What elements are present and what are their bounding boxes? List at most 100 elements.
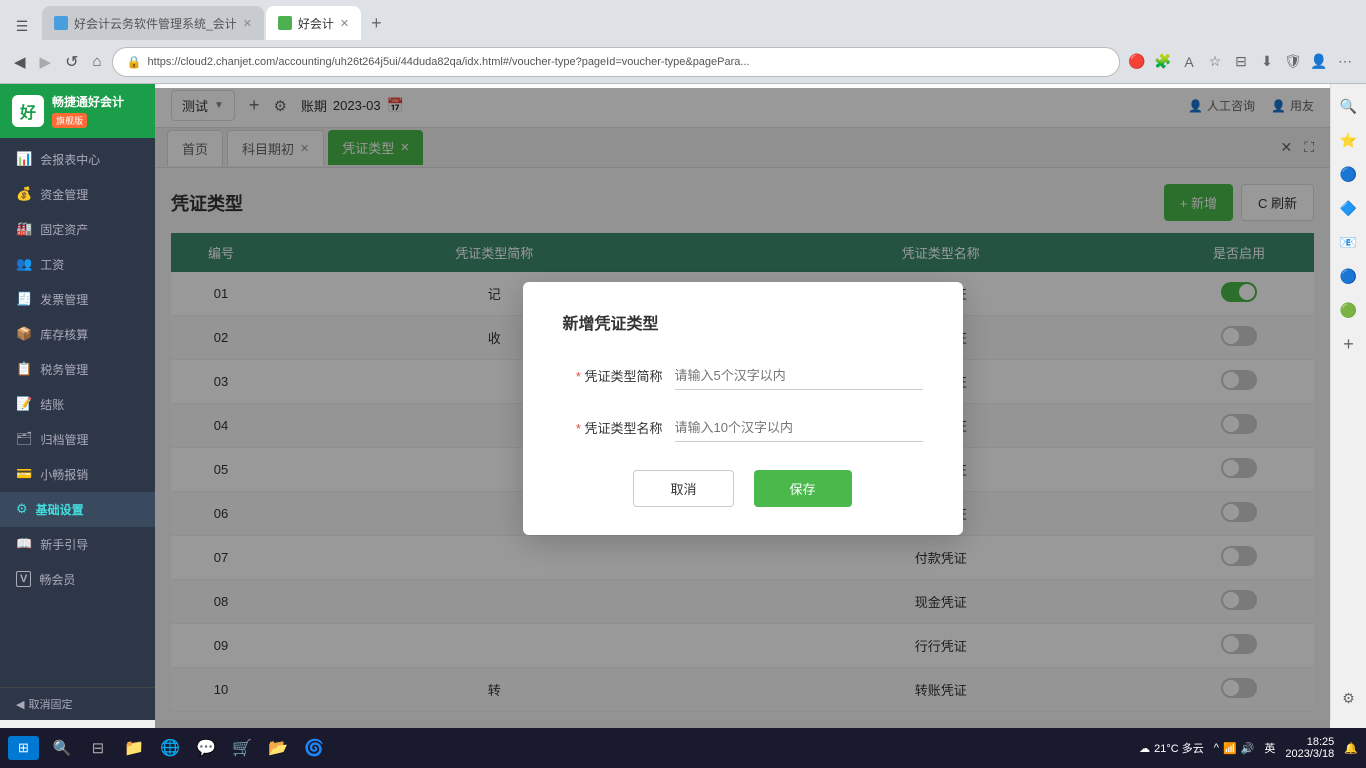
- assets-icon: 🏭: [16, 221, 32, 237]
- sidebar-logo-badge: 旗舰版: [52, 113, 87, 128]
- right-search-icon[interactable]: 🔍: [1335, 92, 1363, 120]
- taskbar-edge-icon[interactable]: 🌀: [299, 733, 329, 763]
- modal-actions: 取消 保存: [563, 470, 923, 507]
- taskbar-store-icon[interactable]: 🛒: [227, 733, 257, 763]
- taskbar-clock: 18:25 2023/3/18: [1285, 736, 1334, 760]
- tab-2-title: 好会计: [298, 15, 334, 32]
- right-circle1-icon[interactable]: 🔵: [1335, 160, 1363, 188]
- right-settings-icon[interactable]: ⚙: [1335, 684, 1363, 712]
- address-bar: ◀ ▶ ↺ ⌂ 🔒 https://cloud2.chanjet.com/acc…: [0, 40, 1366, 84]
- abbr-input[interactable]: [675, 362, 923, 390]
- bookmark-icon[interactable]: ☆: [1204, 51, 1226, 73]
- right-star-icon[interactable]: ⭐: [1335, 126, 1363, 154]
- taskbar: ⊞ 🔍 ⊟ 📁 🌐 💬 🛒 📂 🌀 ☁ 21°C 多云 ^ 📶 🔊 英 18:2…: [0, 728, 1366, 768]
- tab-2-favicon: [278, 16, 292, 30]
- modal-title: 新增凭证类型: [563, 310, 923, 334]
- modal-form-abbr: * 凭证类型简称: [563, 362, 923, 390]
- sidebar-item-checkout-label: 结账: [40, 396, 64, 413]
- tab-2-close[interactable]: ✕: [340, 17, 349, 30]
- unpin-btn[interactable]: ◀ 取消固定: [16, 696, 139, 712]
- extensions-icon[interactable]: 🧩: [1152, 51, 1174, 73]
- save-btn[interactable]: 保存: [754, 470, 852, 507]
- taskbar-search-icon[interactable]: 🔍: [47, 733, 77, 763]
- cancel-btn[interactable]: 取消: [633, 470, 733, 507]
- sidebar-item-archive[interactable]: 🗂 归档管理: [0, 422, 155, 457]
- tab-bar: ☰ 好会计云务软件管理系统_会计 ✕ 好会计 ✕ +: [0, 0, 1366, 40]
- tab-1-close[interactable]: ✕: [243, 17, 252, 30]
- downloads-icon[interactable]: ⬇: [1256, 51, 1278, 73]
- tab-1[interactable]: 好会计云务软件管理系统_会计 ✕: [42, 6, 264, 40]
- sidebar-item-inventory-label: 库存核算: [40, 326, 88, 343]
- sidebar-item-tax-label: 税务管理: [40, 361, 88, 378]
- menu-icon[interactable]: ⋯: [1334, 51, 1356, 73]
- sidebar-item-expense[interactable]: 💳 小畅报销: [0, 457, 155, 492]
- taskbar-explorer-icon[interactable]: 📁: [119, 733, 149, 763]
- taskbar-files-icon[interactable]: 📂: [263, 733, 293, 763]
- modal-form-name: * 凭证类型名称: [563, 414, 923, 442]
- tab-2[interactable]: 好会计 ✕: [266, 6, 361, 40]
- right-add-icon[interactable]: +: [1335, 330, 1363, 358]
- right-green-icon[interactable]: 🟢: [1335, 296, 1363, 324]
- taskbar-wechat-icon[interactable]: 💬: [191, 733, 221, 763]
- modal-overlay: 新增凭证类型 * 凭证类型简称 * 凭证类型名称 取消 保存: [155, 88, 1330, 728]
- sidebar-item-assets-label: 固定资产: [40, 221, 88, 238]
- sidebar-item-dashboard[interactable]: 📊 会报表中心: [0, 142, 155, 177]
- unpin-label: 取消固定: [28, 696, 72, 712]
- browser-menu-btn[interactable]: ☰: [8, 12, 36, 40]
- archive-icon: 🗂: [16, 431, 33, 447]
- sidebar-item-expense-label: 小畅报销: [40, 466, 88, 483]
- taskbar-date: 2023/3/18: [1285, 748, 1334, 760]
- account-icon[interactable]: 👤: [1308, 51, 1330, 73]
- right-mail-icon[interactable]: 📧: [1335, 228, 1363, 256]
- font-icon[interactable]: A: [1178, 51, 1200, 73]
- sidebar-item-tax[interactable]: 📋 税务管理: [0, 352, 155, 387]
- sidebar-item-capital-label: 资金管理: [40, 186, 88, 203]
- checkout-icon: 📝: [16, 396, 32, 412]
- sidebar-nav: 📊 会报表中心 💰 资金管理 🏭 固定资产 👥 工资 🧾 发票管理 📦: [0, 138, 155, 687]
- forward-btn[interactable]: ▶: [36, 51, 56, 73]
- sidebar-item-invoice-label: 发票管理: [40, 291, 88, 308]
- weather-icon: ☁: [1139, 742, 1150, 755]
- guide-icon: 📖: [16, 536, 32, 552]
- back-btn[interactable]: ◀: [10, 51, 30, 73]
- sidebar-item-guide[interactable]: 📖 新手引导: [0, 527, 155, 562]
- new-tab-btn[interactable]: +: [363, 6, 390, 40]
- language-btn[interactable]: 英: [1264, 740, 1275, 756]
- sidebar-item-capital[interactable]: 💰 资金管理: [0, 177, 155, 212]
- language-label: 英: [1264, 743, 1275, 755]
- taskbar-taskview-icon[interactable]: ⊟: [83, 733, 113, 763]
- sidebar-item-member[interactable]: V 畅会员: [0, 562, 155, 597]
- salary-icon: 👥: [16, 256, 32, 272]
- expense-icon: 💳: [16, 466, 32, 482]
- right-panel: 🔍 ⭐ 🔵 🔷 📧 🔵 🟢 + ⚙: [1330, 84, 1366, 720]
- network-icon[interactable]: 📶: [1223, 742, 1237, 755]
- sidebar-item-invoice[interactable]: 🧾 发票管理: [0, 282, 155, 317]
- right-circle2-icon[interactable]: 🔵: [1335, 262, 1363, 290]
- capital-icon: 💰: [16, 186, 32, 202]
- chevron-up-icon[interactable]: ^: [1214, 742, 1219, 754]
- refresh-btn[interactable]: ↺: [61, 50, 82, 74]
- settings-icon: ⚙: [16, 501, 28, 517]
- notification-bell-icon[interactable]: 🔔: [1344, 742, 1358, 755]
- name-input[interactable]: [675, 414, 923, 442]
- shield-icon[interactable]: 🛡: [1282, 51, 1304, 73]
- url-bar[interactable]: 🔒 https://cloud2.chanjet.com/accounting/…: [112, 47, 1120, 77]
- dashboard-icon: 📊: [16, 151, 32, 167]
- right-diamond-icon[interactable]: 🔷: [1335, 194, 1363, 222]
- taskbar-chrome-icon[interactable]: 🌐: [155, 733, 185, 763]
- sidebar-item-dashboard-label: 会报表中心: [40, 151, 100, 168]
- name-label: * 凭证类型名称: [563, 418, 663, 437]
- home-btn[interactable]: ⌂: [89, 51, 106, 72]
- sidebar-item-settings[interactable]: ⚙ 基础设置: [0, 492, 155, 527]
- sidebar-logo-icon: 好: [12, 95, 44, 127]
- volume-icon[interactable]: 🔊: [1241, 742, 1255, 755]
- sidebar-item-salary[interactable]: 👥 工资: [0, 247, 155, 282]
- start-btn[interactable]: ⊞: [8, 736, 39, 760]
- modal-dialog: 新增凭证类型 * 凭证类型简称 * 凭证类型名称 取消 保存: [523, 282, 963, 535]
- taskbar-right: ☁ 21°C 多云 ^ 📶 🔊 英 18:25 2023/3/18 🔔: [1139, 736, 1358, 760]
- tabs-icon[interactable]: ⊟: [1230, 51, 1252, 73]
- sidebar-item-inventory[interactable]: 📦 库存核算: [0, 317, 155, 352]
- sidebar-item-assets[interactable]: 🏭 固定资产: [0, 212, 155, 247]
- sidebar-item-checkout[interactable]: 📝 结账: [0, 387, 155, 422]
- notification-icon[interactable]: 🔴: [1126, 51, 1148, 73]
